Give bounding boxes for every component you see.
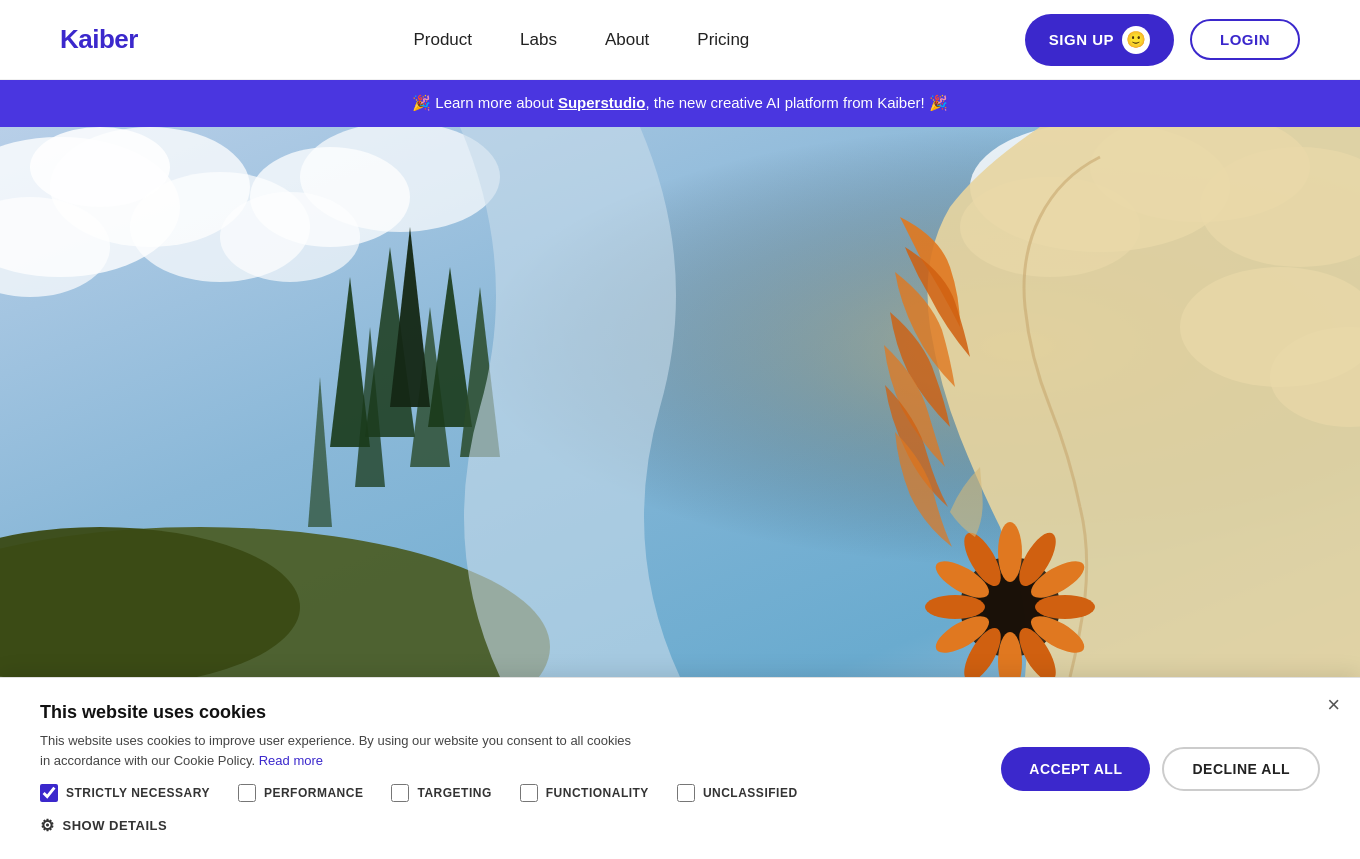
login-button[interactable]: LOGIN xyxy=(1190,19,1300,60)
banner-emoji-right: 🎉 xyxy=(929,94,948,111)
banner-text-before: Learn more about xyxy=(435,94,558,111)
nav-links: Product Labs About Pricing xyxy=(413,30,749,50)
navbar: Kaiber Product Labs About Pricing SIGN U… xyxy=(0,0,1360,80)
logo[interactable]: Kaiber xyxy=(60,24,138,55)
nav-link-product[interactable]: Product xyxy=(413,30,472,49)
banner-text-after: , the new creative AI platform from Kaib… xyxy=(645,94,924,111)
hero-section xyxy=(0,127,1360,677)
announcement-banner: 🎉 Learn more about Superstudio, the new … xyxy=(0,80,1360,127)
svg-point-28 xyxy=(998,522,1022,582)
banner-emoji-left: 🎉 xyxy=(412,94,431,111)
svg-point-27 xyxy=(975,572,1045,642)
signup-label: SIGN UP xyxy=(1049,31,1114,48)
nav-link-about[interactable]: About xyxy=(605,30,649,49)
svg-point-6 xyxy=(30,127,170,207)
nav-actions: SIGN UP 🙂 LOGIN xyxy=(1025,14,1300,66)
nav-link-pricing[interactable]: Pricing xyxy=(697,30,749,49)
nav-link-labs[interactable]: Labs xyxy=(520,30,557,49)
svg-point-31 xyxy=(1035,595,1095,619)
banner-link[interactable]: Superstudio xyxy=(558,94,646,111)
signup-button[interactable]: SIGN UP 🙂 xyxy=(1025,14,1174,66)
smiley-icon: 🙂 xyxy=(1122,26,1150,54)
svg-point-37 xyxy=(925,595,985,619)
svg-point-9 xyxy=(220,192,360,282)
